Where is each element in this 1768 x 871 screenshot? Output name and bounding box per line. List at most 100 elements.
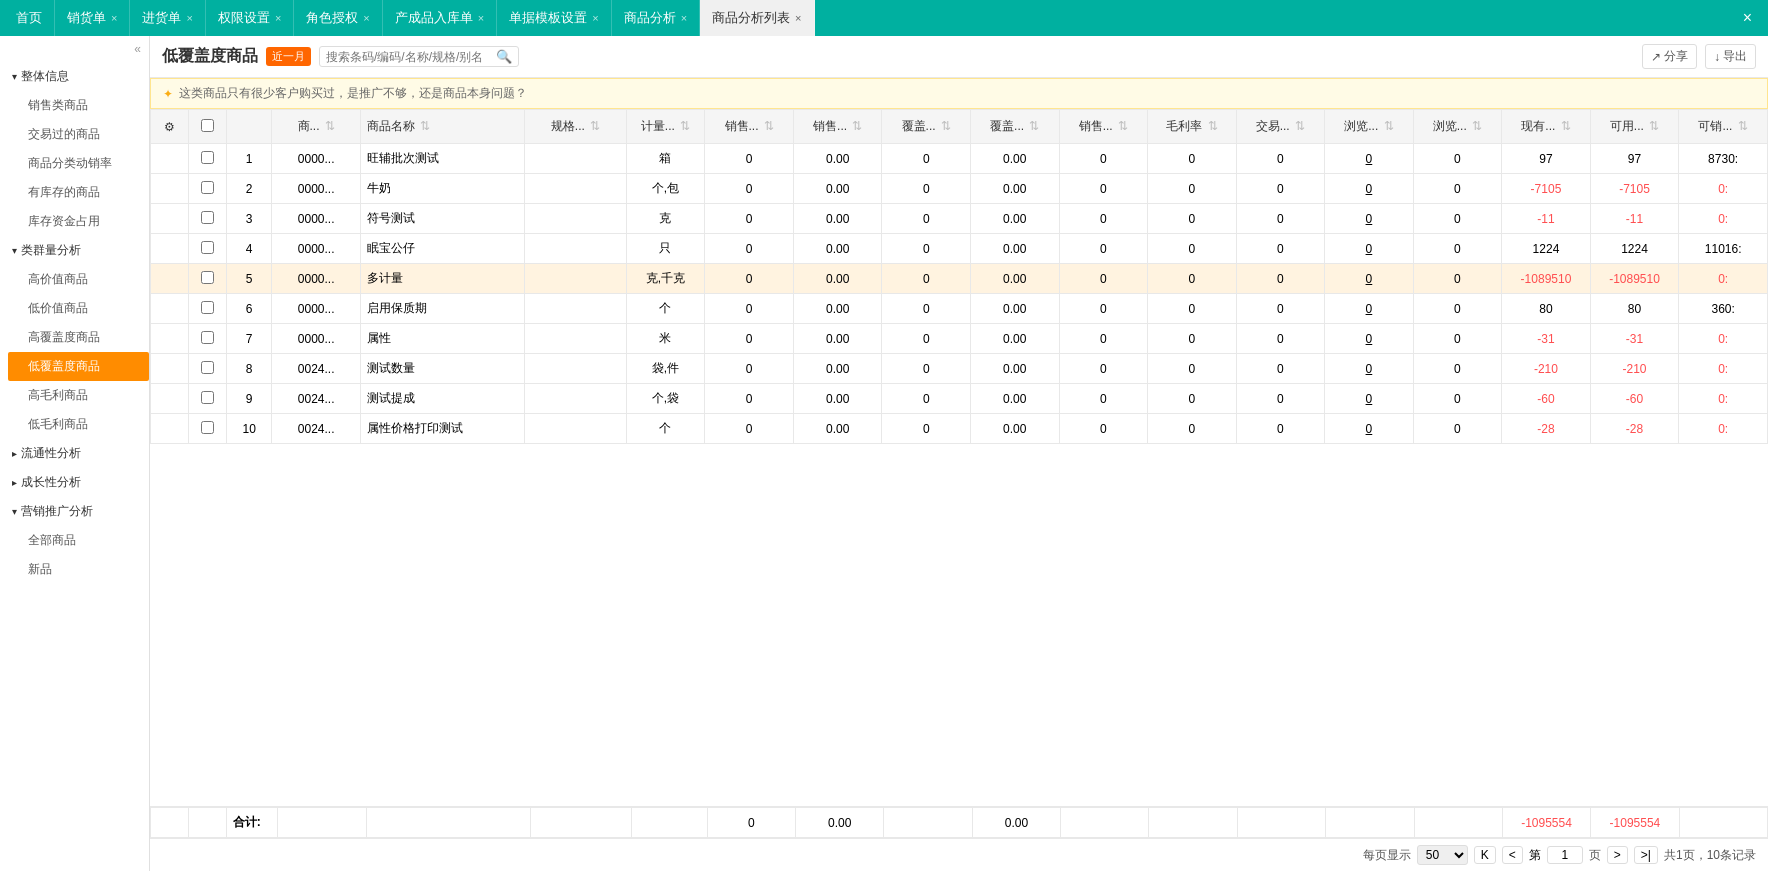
nav-product-analysis[interactable]: 商品分析 × — [612, 0, 700, 36]
column-settings-btn[interactable]: ⚙ — [151, 110, 189, 144]
nav-purchase[interactable]: 进货单 × — [130, 0, 205, 36]
browse-link[interactable]: 0 — [1366, 272, 1373, 286]
column-sales2-header[interactable]: 销售... ⇅ — [793, 110, 882, 144]
column-coverage1-header[interactable]: 覆盖... ⇅ — [882, 110, 971, 144]
per-page-select[interactable]: 50 20 100 — [1417, 845, 1468, 865]
cell-browse1[interactable]: 0 — [1325, 144, 1414, 174]
sidebar-item-category-rate[interactable]: 商品分类动销率 — [8, 149, 149, 178]
search-input[interactable] — [326, 50, 496, 64]
row-checkbox[interactable] — [201, 421, 214, 434]
sidebar-section-overview[interactable]: ▾ 整体信息 — [0, 62, 149, 91]
sidebar-item-stock-capital[interactable]: 库存资金占用 — [8, 207, 149, 236]
close-icon[interactable]: × — [478, 12, 484, 24]
cell-checkbox[interactable] — [188, 414, 226, 444]
nav-product-storage[interactable]: 产成品入库单 × — [383, 0, 497, 36]
cell-browse1[interactable]: 0 — [1325, 384, 1414, 414]
browse-link[interactable]: 0 — [1366, 152, 1373, 166]
close-icon[interactable]: × — [275, 12, 281, 24]
column-stock1-header[interactable]: 现有... ⇅ — [1502, 110, 1591, 144]
nav-template-settings[interactable]: 单据模板设置 × — [497, 0, 611, 36]
sidebar-section-growth[interactable]: ▸ 成长性分析 — [0, 468, 149, 497]
column-coverage2-header[interactable]: 覆盖... ⇅ — [971, 110, 1060, 144]
column-code-header[interactable]: 商... ⇅ — [272, 110, 361, 144]
sidebar-item-low-margin[interactable]: 低毛利商品 — [8, 410, 149, 439]
browse-link[interactable]: 0 — [1366, 212, 1373, 226]
close-icon[interactable]: × — [186, 12, 192, 24]
cell-browse1[interactable]: 0 — [1325, 414, 1414, 444]
sidebar-item-high-margin[interactable]: 高毛利商品 — [8, 381, 149, 410]
column-browse2-header[interactable]: 浏览... ⇅ — [1413, 110, 1502, 144]
column-sellable-header[interactable]: 可销... ⇅ — [1679, 110, 1768, 144]
nav-home[interactable]: 首页 — [4, 0, 55, 36]
cell-browse1[interactable]: 0 — [1325, 324, 1414, 354]
browse-link[interactable]: 0 — [1366, 182, 1373, 196]
column-sales1-header[interactable]: 销售... ⇅ — [705, 110, 794, 144]
sidebar-item-low-coverage[interactable]: 低覆盖度商品 — [8, 352, 149, 381]
row-checkbox[interactable] — [201, 361, 214, 374]
sidebar-item-in-stock[interactable]: 有库存的商品 — [8, 178, 149, 207]
next-page-button[interactable]: > — [1607, 846, 1628, 864]
select-all-checkbox[interactable] — [201, 119, 214, 132]
first-page-button[interactable]: K — [1474, 846, 1496, 864]
sidebar-item-all-goods[interactable]: 全部商品 — [8, 526, 149, 555]
column-trade-header[interactable]: 交易... ⇅ — [1236, 110, 1325, 144]
sidebar-section-marketing[interactable]: ▾ 营销推广分析 — [0, 497, 149, 526]
nav-permissions[interactable]: 权限设置 × — [206, 0, 294, 36]
row-checkbox[interactable] — [201, 151, 214, 164]
cell-checkbox[interactable] — [188, 234, 226, 264]
browse-link[interactable]: 0 — [1366, 362, 1373, 376]
sidebar-section-group-analysis[interactable]: ▾ 类群量分析 — [0, 236, 149, 265]
browse-link[interactable]: 0 — [1366, 392, 1373, 406]
last-page-button[interactable]: >| — [1634, 846, 1658, 864]
data-table-container[interactable]: ⚙ 商... ⇅ 商品名称 ⇅ 规格... ⇅ 计量... ⇅ 销售... ⇅ … — [150, 109, 1768, 806]
cell-browse1[interactable]: 0 — [1325, 204, 1414, 234]
nav-sales[interactable]: 销货单 × — [55, 0, 130, 36]
close-icon[interactable]: × — [681, 12, 687, 24]
cell-checkbox[interactable] — [188, 204, 226, 234]
row-checkbox[interactable] — [201, 331, 214, 344]
prev-page-button[interactable]: < — [1502, 846, 1523, 864]
sidebar-collapse-button[interactable]: « — [0, 36, 149, 62]
cell-checkbox[interactable] — [188, 144, 226, 174]
column-checkbox-all[interactable] — [188, 110, 226, 144]
row-checkbox[interactable] — [201, 271, 214, 284]
cell-checkbox[interactable] — [188, 384, 226, 414]
row-checkbox[interactable] — [201, 241, 214, 254]
column-stock2-header[interactable]: 可用... ⇅ — [1590, 110, 1679, 144]
cell-browse1[interactable]: 0 — [1325, 294, 1414, 324]
row-checkbox[interactable] — [201, 391, 214, 404]
cell-browse1[interactable]: 0 — [1325, 354, 1414, 384]
window-close-button[interactable]: × — [1731, 9, 1764, 27]
close-icon[interactable]: × — [795, 12, 801, 24]
cell-browse1[interactable]: 0 — [1325, 264, 1414, 294]
share-button[interactable]: ↗ 分享 — [1642, 44, 1697, 69]
close-icon[interactable]: × — [111, 12, 117, 24]
cell-checkbox[interactable] — [188, 294, 226, 324]
cell-checkbox[interactable] — [188, 354, 226, 384]
sidebar-item-low-value[interactable]: 低价值商品 — [8, 294, 149, 323]
close-icon[interactable]: × — [363, 12, 369, 24]
column-name-header[interactable]: 商品名称 ⇅ — [360, 110, 524, 144]
close-icon[interactable]: × — [592, 12, 598, 24]
nav-roles[interactable]: 角色授权 × — [294, 0, 382, 36]
cell-browse1[interactable]: 0 — [1325, 174, 1414, 204]
column-spec-header[interactable]: 规格... ⇅ — [525, 110, 626, 144]
export-button[interactable]: ↓ 导出 — [1705, 44, 1756, 69]
column-browse1-header[interactable]: 浏览... ⇅ — [1325, 110, 1414, 144]
sidebar-item-traded-goods[interactable]: 交易过的商品 — [8, 120, 149, 149]
row-checkbox[interactable] — [201, 211, 214, 224]
column-sales3-header[interactable]: 销售... ⇅ — [1059, 110, 1148, 144]
sidebar-section-circulation[interactable]: ▸ 流通性分析 — [0, 439, 149, 468]
cell-checkbox[interactable] — [188, 324, 226, 354]
browse-link[interactable]: 0 — [1366, 302, 1373, 316]
cell-checkbox[interactable] — [188, 174, 226, 204]
browse-link[interactable]: 0 — [1366, 242, 1373, 256]
row-checkbox[interactable] — [201, 181, 214, 194]
cell-browse1[interactable]: 0 — [1325, 234, 1414, 264]
column-unit-header[interactable]: 计量... ⇅ — [626, 110, 705, 144]
cell-checkbox[interactable] — [188, 264, 226, 294]
column-gross-header[interactable]: 毛利率 ⇅ — [1148, 110, 1237, 144]
row-checkbox[interactable] — [201, 301, 214, 314]
sidebar-item-high-value[interactable]: 高价值商品 — [8, 265, 149, 294]
sidebar-item-new-goods[interactable]: 新品 — [8, 555, 149, 584]
